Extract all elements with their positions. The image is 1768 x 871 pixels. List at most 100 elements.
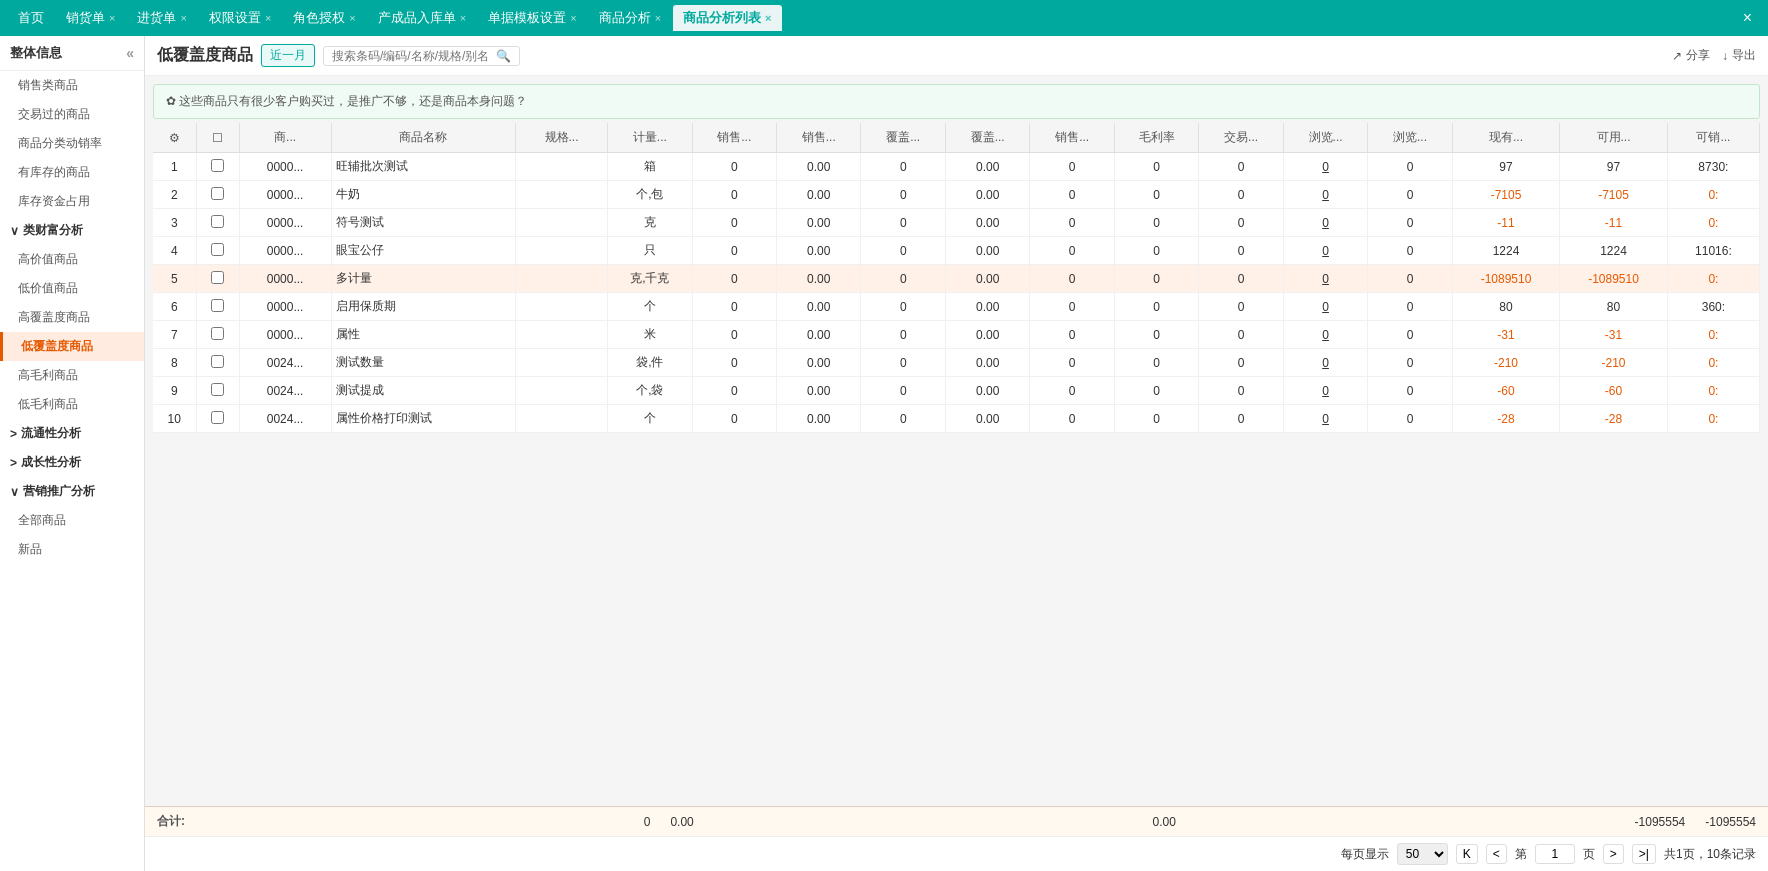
row-browse1[interactable]: 0 xyxy=(1283,237,1367,265)
row-no: 3 xyxy=(153,209,196,237)
row-browse1[interactable]: 0 xyxy=(1283,349,1367,377)
nav-close-icon[interactable]: × xyxy=(655,12,661,24)
sidebar-section-circulation[interactable]: > 流通性分析 xyxy=(0,419,144,448)
row-checkbox[interactable] xyxy=(196,377,239,405)
sidebar-item-high-profit[interactable]: 高毛利商品 xyxy=(0,361,144,390)
col-spec[interactable]: 规格... xyxy=(515,123,607,153)
row-available: -11 xyxy=(1560,209,1668,237)
next-page-button[interactable]: > xyxy=(1603,844,1624,864)
col-code[interactable]: 商... xyxy=(239,123,331,153)
sidebar-section-marketing[interactable]: ∨ 营销推广分析 xyxy=(0,477,144,506)
row-browse1[interactable]: 0 xyxy=(1283,405,1367,433)
sidebar-item-high-value[interactable]: 高价值商品 xyxy=(0,245,144,274)
row-checkbox[interactable] xyxy=(196,321,239,349)
row-browse1[interactable]: 0 xyxy=(1283,293,1367,321)
row-checkbox[interactable] xyxy=(196,405,239,433)
sidebar-item-high-coverage[interactable]: 高覆盖度商品 xyxy=(0,303,144,332)
col-gross-rate[interactable]: 毛利率 xyxy=(1114,123,1198,153)
col-checkbox[interactable]: ☐ xyxy=(196,123,239,153)
sidebar-item-category-sales-rate[interactable]: 商品分类动销率 xyxy=(0,129,144,158)
row-gross-rate: 0 xyxy=(1114,209,1198,237)
nav-close-icon[interactable]: × xyxy=(109,12,115,24)
nav-sales-order[interactable]: 销货单 × xyxy=(56,5,125,31)
share-button[interactable]: ↗ 分享 xyxy=(1672,47,1710,64)
search-icon[interactable]: 🔍 xyxy=(496,49,511,63)
page-of-label: 页 xyxy=(1583,846,1595,863)
close-all-button[interactable]: × xyxy=(1735,9,1760,27)
sidebar-item-in-stock[interactable]: 有库存的商品 xyxy=(0,158,144,187)
nav-template-settings[interactable]: 单据模板设置 × xyxy=(478,5,586,31)
row-browse2: 0 xyxy=(1368,153,1452,181)
sidebar-section-growth[interactable]: > 成长性分析 xyxy=(0,448,144,477)
row-sales3: 0 xyxy=(1030,349,1114,377)
sidebar-collapse-button[interactable]: « xyxy=(126,45,134,61)
nav-product-analysis-list[interactable]: 商品分析列表 × xyxy=(673,5,781,31)
nav-role-auth[interactable]: 角色授权 × xyxy=(283,5,365,31)
nav-permission-settings[interactable]: 权限设置 × xyxy=(199,5,281,31)
nav-close-icon[interactable]: × xyxy=(765,12,771,24)
first-page-button[interactable]: K xyxy=(1456,844,1478,864)
row-checkbox[interactable] xyxy=(196,293,239,321)
col-sales2[interactable]: 销售... xyxy=(777,123,861,153)
nav-home[interactable]: 首页 xyxy=(8,5,54,31)
nav-product-analysis[interactable]: 商品分析 × xyxy=(589,5,671,31)
sidebar-item-new-goods[interactable]: 新品 xyxy=(0,535,144,564)
export-button[interactable]: ↓ 导出 xyxy=(1722,47,1756,64)
col-cover2[interactable]: 覆盖... xyxy=(945,123,1029,153)
nav-close-icon[interactable]: × xyxy=(570,12,576,24)
last-page-button[interactable]: >| xyxy=(1632,844,1656,864)
row-sales2: 0.00 xyxy=(777,265,861,293)
col-trade[interactable]: 交易... xyxy=(1199,123,1283,153)
row-cover1: 0 xyxy=(861,181,945,209)
nav-purchase-order[interactable]: 进货单 × xyxy=(127,5,196,31)
nav-close-icon[interactable]: × xyxy=(349,12,355,24)
total-available: -1095554 xyxy=(1705,815,1756,829)
row-browse1[interactable]: 0 xyxy=(1283,321,1367,349)
col-settings[interactable]: ⚙ xyxy=(153,123,196,153)
row-checkbox[interactable] xyxy=(196,153,239,181)
row-checkbox[interactable] xyxy=(196,349,239,377)
filter-recent-month-button[interactable]: 近一月 xyxy=(261,44,315,67)
nav-close-icon[interactable]: × xyxy=(460,12,466,24)
search-input[interactable] xyxy=(332,49,492,63)
sidebar-section-wealth-analysis[interactable]: ∨ 类财富分析 xyxy=(0,216,144,245)
col-browse1[interactable]: 浏览... xyxy=(1283,123,1367,153)
row-browse1[interactable]: 0 xyxy=(1283,209,1367,237)
row-code: 0024... xyxy=(239,349,331,377)
col-current[interactable]: 现有... xyxy=(1452,123,1560,153)
sidebar-item-sales-goods[interactable]: 销售类商品 xyxy=(0,71,144,100)
sidebar-item-low-profit[interactable]: 低毛利商品 xyxy=(0,390,144,419)
sidebar-item-traded-goods[interactable]: 交易过的商品 xyxy=(0,100,144,129)
info-banner: ✿ 这些商品只有很少客户购买过，是推广不够，还是商品本身问题？ xyxy=(153,84,1760,119)
row-checkbox[interactable] xyxy=(196,265,239,293)
col-cover1[interactable]: 覆盖... xyxy=(861,123,945,153)
row-browse1[interactable]: 0 xyxy=(1283,265,1367,293)
row-spec xyxy=(515,209,607,237)
sidebar-item-low-coverage[interactable]: 低覆盖度商品 xyxy=(0,332,144,361)
col-sales3[interactable]: 销售... xyxy=(1030,123,1114,153)
row-browse1[interactable]: 0 xyxy=(1283,153,1367,181)
row-browse1[interactable]: 0 xyxy=(1283,377,1367,405)
row-checkbox[interactable] xyxy=(196,181,239,209)
row-cover1: 0 xyxy=(861,405,945,433)
row-checkbox[interactable] xyxy=(196,209,239,237)
row-browse2: 0 xyxy=(1368,265,1452,293)
row-checkbox[interactable] xyxy=(196,237,239,265)
col-sellable[interactable]: 可销... xyxy=(1667,123,1759,153)
prev-page-button[interactable]: < xyxy=(1486,844,1507,864)
col-browse2[interactable]: 浏览... xyxy=(1368,123,1452,153)
col-sales1[interactable]: 销售... xyxy=(692,123,776,153)
col-unit[interactable]: 计量... xyxy=(608,123,692,153)
sidebar-item-all-goods[interactable]: 全部商品 xyxy=(0,506,144,535)
row-browse1[interactable]: 0 xyxy=(1283,181,1367,209)
col-available[interactable]: 可用... xyxy=(1560,123,1668,153)
page-size-select[interactable]: 50 20 100 xyxy=(1397,843,1448,865)
nav-product-entry[interactable]: 产成品入库单 × xyxy=(368,5,476,31)
table-container[interactable]: ⚙ ☐ 商... 商品名称 规格... 计量... 销售... 销售... 覆盖… xyxy=(145,123,1768,806)
nav-close-icon[interactable]: × xyxy=(265,12,271,24)
page-number-input[interactable] xyxy=(1535,844,1575,864)
nav-close-icon[interactable]: × xyxy=(180,12,186,24)
sidebar-item-inventory-capital[interactable]: 库存资金占用 xyxy=(0,187,144,216)
sidebar-item-low-value[interactable]: 低价值商品 xyxy=(0,274,144,303)
col-name[interactable]: 商品名称 xyxy=(331,123,515,153)
